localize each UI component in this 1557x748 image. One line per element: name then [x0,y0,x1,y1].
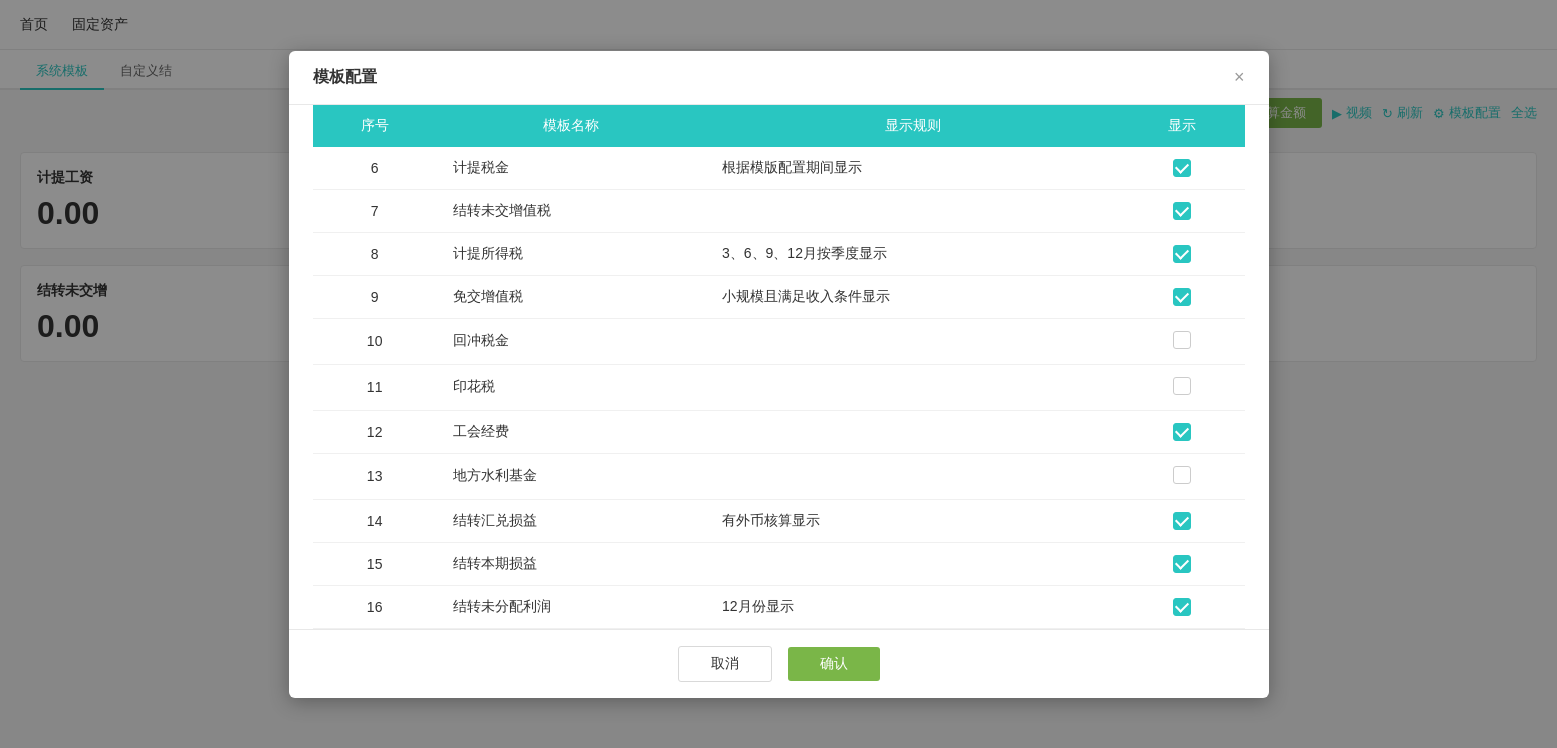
cell-id: 9 [313,275,437,318]
cell-id: 13 [313,453,437,499]
table-row: 15结转本期损益 [313,542,1245,585]
template-config-dialog: 模板配置 × 序号 模板名称 显示规则 显示 6计提税金根据模版配置期间显示7结… [289,51,1269,698]
cell-display[interactable] [1120,410,1244,453]
cell-rule: 小规模且满足收入条件显示 [706,275,1120,318]
cell-display[interactable] [1120,542,1244,585]
table-row: 10回冲税金 [313,318,1245,364]
table-header-row: 序号 模板名称 显示规则 显示 [313,105,1245,147]
cell-id: 14 [313,499,437,542]
cell-rule [706,318,1120,364]
cell-id: 11 [313,364,437,410]
dialog-body: 序号 模板名称 显示规则 显示 6计提税金根据模版配置期间显示7结转未交增值税8… [289,105,1269,629]
cell-rule [706,542,1120,585]
checkbox-unchecked[interactable] [1173,331,1191,349]
cell-name: 地方水利基金 [437,453,706,499]
table-row: 9免交增值税小规模且满足收入条件显示 [313,275,1245,318]
table-row: 7结转未交增值税 [313,189,1245,232]
table-row: 11印花税 [313,364,1245,410]
cell-id: 8 [313,232,437,275]
cell-id: 16 [313,585,437,628]
cell-display[interactable] [1120,499,1244,542]
cell-display[interactable] [1120,585,1244,628]
checkbox-checked[interactable] [1173,288,1191,306]
checkbox-checked[interactable] [1173,245,1191,263]
cell-name: 回冲税金 [437,318,706,364]
cell-name: 计提税金 [437,147,706,190]
dialog-footer: 取消 确认 [289,629,1269,698]
dialog-close-button[interactable]: × [1234,68,1245,86]
cell-display[interactable] [1120,189,1244,232]
table-head: 序号 模板名称 显示规则 显示 [313,105,1245,147]
cell-rule: 有外币核算显示 [706,499,1120,542]
cancel-button[interactable]: 取消 [678,646,772,682]
confirm-button[interactable]: 确认 [788,647,880,681]
col-header-rule: 显示规则 [706,105,1120,147]
table-row: 13地方水利基金 [313,453,1245,499]
table-row: 14结转汇兑损益有外币核算显示 [313,499,1245,542]
cell-id: 6 [313,147,437,190]
cell-rule [706,364,1120,410]
cell-display[interactable] [1120,275,1244,318]
cell-rule [706,189,1120,232]
cell-name: 结转未交增值税 [437,189,706,232]
cell-rule [706,453,1120,499]
cell-display[interactable] [1120,147,1244,190]
cell-rule: 12月份显示 [706,585,1120,628]
cell-name: 免交增值税 [437,275,706,318]
checkbox-checked[interactable] [1173,202,1191,220]
cell-id: 7 [313,189,437,232]
cell-display[interactable] [1120,232,1244,275]
checkbox-checked[interactable] [1173,555,1191,573]
checkbox-unchecked[interactable] [1173,377,1191,395]
cell-display[interactable] [1120,318,1244,364]
dialog-header: 模板配置 × [289,51,1269,105]
table-row: 8计提所得税3、6、9、12月按季度显示 [313,232,1245,275]
cell-name: 结转汇兑损益 [437,499,706,542]
cell-id: 10 [313,318,437,364]
cell-name: 结转未分配利润 [437,585,706,628]
cell-name: 工会经费 [437,410,706,453]
table-body: 6计提税金根据模版配置期间显示7结转未交增值税8计提所得税3、6、9、12月按季… [313,147,1245,629]
checkbox-checked[interactable] [1173,159,1191,177]
table-row: 16结转未分配利润12月份显示 [313,585,1245,628]
cell-name: 印花税 [437,364,706,410]
checkbox-checked[interactable] [1173,423,1191,441]
checkbox-unchecked[interactable] [1173,466,1191,484]
cell-rule: 3、6、9、12月按季度显示 [706,232,1120,275]
checkbox-checked[interactable] [1173,598,1191,616]
cell-rule [706,410,1120,453]
col-header-display: 显示 [1120,105,1244,147]
cell-name: 计提所得税 [437,232,706,275]
cell-display[interactable] [1120,364,1244,410]
cell-rule: 根据模版配置期间显示 [706,147,1120,190]
table-row: 12工会经费 [313,410,1245,453]
col-header-id: 序号 [313,105,437,147]
cell-name: 结转本期损益 [437,542,706,585]
cell-display[interactable] [1120,453,1244,499]
cell-id: 15 [313,542,437,585]
modal-overlay: 模板配置 × 序号 模板名称 显示规则 显示 6计提税金根据模版配置期间显示7结… [0,0,1557,748]
config-table: 序号 模板名称 显示规则 显示 6计提税金根据模版配置期间显示7结转未交增值税8… [313,105,1245,629]
checkbox-checked[interactable] [1173,512,1191,530]
cell-id: 12 [313,410,437,453]
dialog-title: 模板配置 [313,67,377,88]
col-header-name: 模板名称 [437,105,706,147]
table-row: 6计提税金根据模版配置期间显示 [313,147,1245,190]
